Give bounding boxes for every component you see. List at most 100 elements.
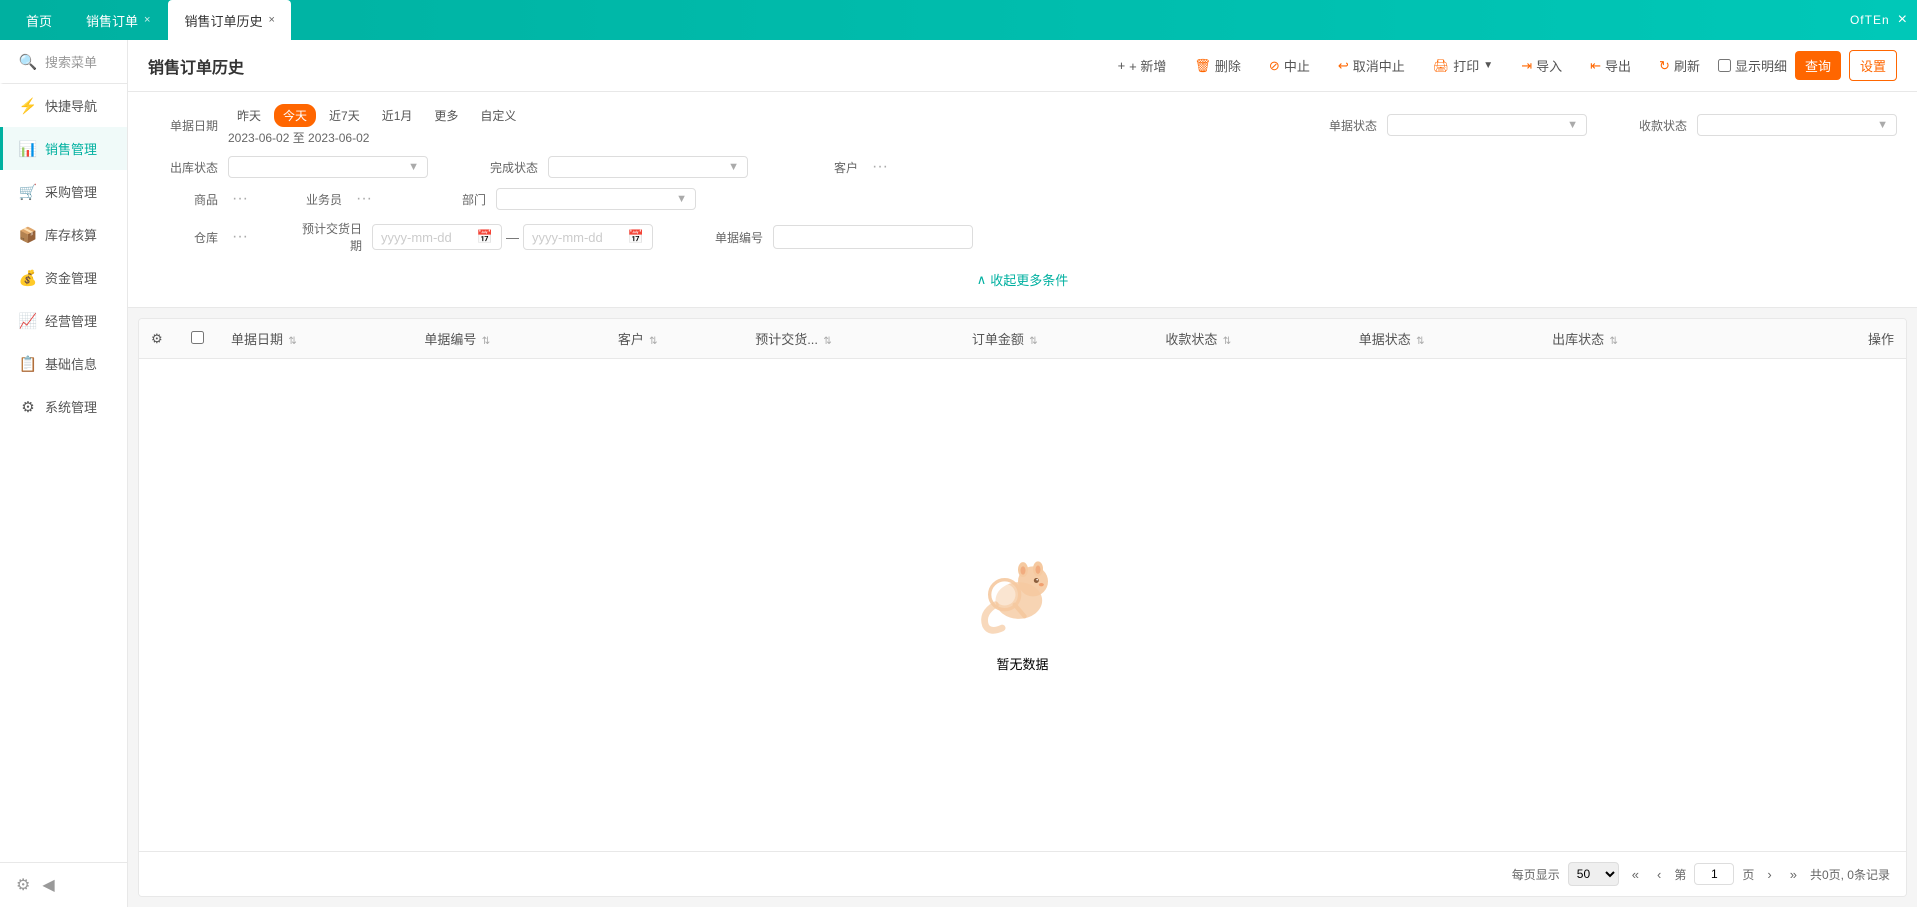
last-page-button[interactable]: » <box>1785 864 1802 885</box>
tab-sales-order[interactable]: 销售订单 × <box>70 0 166 40</box>
print-button[interactable]: 🖨 打印 ▼ <box>1423 51 1503 80</box>
sort-customer-icon[interactable]: ⇅ <box>649 336 657 347</box>
main-layout: 🔍 搜索菜单 ⚡ 快捷导航 📊 销售管理 🛒 采购管理 📦 库存核算 💰 资金管… <box>0 40 1917 907</box>
th-out-status-label: 出库状态 <box>1552 332 1604 347</box>
import-icon: ⇥ <box>1521 58 1532 74</box>
page-unit-label: 页 <box>1742 866 1754 883</box>
export-icon: ⇤ <box>1590 58 1601 74</box>
sidebar-item-operations-mgmt[interactable]: 📈 经营管理 <box>0 299 127 342</box>
th-date-label: 单据日期 <box>231 332 283 347</box>
sidebar-item-quick-nav[interactable]: ⚡ 快捷导航 <box>0 84 127 127</box>
delete-icon: 🗑 <box>1194 58 1211 74</box>
goods-filter-label: 商品 <box>148 191 228 208</box>
filter-row-goods: 商品 ··· 业务员 ··· 部门 ▼ <box>148 188 1897 210</box>
settings-button[interactable]: 设置 <box>1849 50 1897 81</box>
shortcut-custom[interactable]: 自定义 <box>471 104 525 127</box>
refresh-button[interactable]: ↻ 刷新 <box>1649 51 1710 80</box>
table-header-row: ⚙ 单据日期 ⇅ 单据编号 ⇅ <box>139 319 1906 359</box>
total-label: 共0页, 0条记录 <box>1810 866 1890 883</box>
sidebar-search[interactable]: 🔍 搜索菜单 <box>0 40 127 84</box>
sidebar-item-capital-mgmt[interactable]: 💰 资金管理 <box>0 256 127 299</box>
delete-label: 删除 <box>1215 56 1241 75</box>
cancel-stop-button[interactable]: ↩ 取消中止 <box>1328 51 1415 80</box>
next-page-button[interactable]: › <box>1762 864 1776 885</box>
finish-status-filter-label: 完成状态 <box>468 159 548 176</box>
tab-sales-order-history[interactable]: 销售订单历史 × <box>168 0 290 40</box>
delete-button[interactable]: 🗑 删除 <box>1184 51 1251 80</box>
sort-order-status-icon[interactable]: ⇅ <box>1416 336 1424 347</box>
search-icon: 🔍 <box>19 53 37 71</box>
department-select[interactable]: ▼ <box>496 188 696 210</box>
shortcut-last7[interactable]: 近7天 <box>320 104 369 127</box>
th-settings: ⚙ <box>139 319 179 359</box>
pay-status-filter-label: 收款状态 <box>1627 117 1697 134</box>
column-settings-icon[interactable]: ⚙ <box>151 331 163 346</box>
sidebar-item-basic-info[interactable]: 📋 基础信息 <box>0 342 127 385</box>
sidebar-settings-icon[interactable]: ⚙ <box>16 875 30 895</box>
operations-mgmt-icon: 📈 <box>19 312 37 330</box>
collapse-more-btn[interactable]: ∧ 收起更多条件 <box>148 264 1897 295</box>
salesman-select-btn[interactable]: ··· <box>352 190 376 208</box>
tab-home-label: 首页 <box>26 11 52 30</box>
date-separator: — <box>502 230 523 245</box>
export-button[interactable]: ⇤ 导出 <box>1580 51 1641 80</box>
tab-sales-order-history-close[interactable]: × <box>268 14 274 26</box>
delivery-date-start[interactable]: yyyy-mm-dd 📅 <box>372 224 502 250</box>
tab-sales-order-close[interactable]: × <box>144 14 150 26</box>
sort-delivery-icon[interactable]: ⇅ <box>823 336 831 347</box>
sidebar-item-purchase-mgmt-label: 采购管理 <box>45 182 97 201</box>
page-number-input[interactable] <box>1694 863 1734 885</box>
sidebar-item-purchase-mgmt[interactable]: 🛒 采购管理 <box>0 170 127 213</box>
goods-select-btn[interactable]: ··· <box>228 190 252 208</box>
pay-status-select[interactable]: ▼ <box>1697 114 1897 136</box>
out-stock-select[interactable]: ▼ <box>228 156 428 178</box>
sidebar-item-sales-mgmt[interactable]: 📊 销售管理 <box>0 127 127 170</box>
tab-home[interactable]: 首页 <box>10 0 68 40</box>
department-chevron: ▼ <box>676 193 687 205</box>
select-all-checkbox[interactable] <box>191 331 204 344</box>
search-button[interactable]: 查询 <box>1795 51 1841 80</box>
tab-sales-order-label: 销售订单 <box>86 11 138 30</box>
finish-status-select[interactable]: ▼ <box>548 156 748 178</box>
shortcut-more[interactable]: 更多 <box>425 104 467 127</box>
print-icon: 🖨 <box>1433 58 1450 74</box>
sort-date-icon[interactable]: ⇅ <box>288 336 296 347</box>
filter-row-warehouse: 仓库 ··· 预计交货日期 yyyy-mm-dd 📅 — yyyy-mm-dd … <box>148 220 1897 254</box>
sort-pay-status-icon[interactable]: ⇅ <box>1223 336 1231 347</box>
customer-filter-label: 客户 <box>788 159 868 176</box>
prev-page-button[interactable]: ‹ <box>1652 864 1666 885</box>
new-button[interactable]: + + 新增 <box>1108 51 1177 80</box>
shortcut-yesterday[interactable]: 昨天 <box>228 104 270 127</box>
stop-button[interactable]: ⊘ 中止 <box>1259 51 1320 80</box>
page-size-select[interactable]: 10 20 50 100 <box>1568 862 1619 886</box>
top-close-icon[interactable]: × <box>1898 11 1907 29</box>
sort-amount-icon[interactable]: ⇅ <box>1029 336 1037 347</box>
sort-out-status-icon[interactable]: ⇅ <box>1610 336 1618 347</box>
tab-sales-order-history-label: 销售订单历史 <box>184 11 262 30</box>
th-pay-status-label: 收款状态 <box>1165 332 1217 347</box>
import-button[interactable]: ⇥ 导入 <box>1511 51 1572 80</box>
settings-button-label: 设置 <box>1860 56 1886 75</box>
calendar-start-icon: 📅 <box>477 229 493 245</box>
sidebar-item-system-mgmt[interactable]: ⚙ 系统管理 <box>0 385 127 428</box>
delivery-date-end[interactable]: yyyy-mm-dd 📅 <box>523 224 653 250</box>
top-bar-right: OfTEn × <box>1850 11 1907 29</box>
sidebar-item-capital-mgmt-label: 资金管理 <box>45 268 97 287</box>
th-operation-label: 操作 <box>1868 332 1894 347</box>
shortcut-today[interactable]: 今天 <box>274 104 316 127</box>
first-page-button[interactable]: « <box>1627 864 1644 885</box>
th-amount: 订单金额 ⇅ <box>960 319 1153 359</box>
sidebar-item-inventory-calc[interactable]: 📦 库存核算 <box>0 213 127 256</box>
sort-number-icon[interactable]: ⇅ <box>482 336 490 347</box>
sidebar-item-inventory-calc-label: 库存核算 <box>45 225 97 244</box>
order-status-select[interactable]: ▼ <box>1387 114 1587 136</box>
warehouse-select-btn[interactable]: ··· <box>228 228 252 246</box>
sidebar-collapse-icon[interactable]: ◀ <box>42 875 54 895</box>
order-status-filter-label: 单据状态 <box>1317 117 1387 134</box>
th-customer-label: 客户 <box>618 332 644 347</box>
salesman-filter-label: 业务员 <box>292 191 352 208</box>
customer-select-btn[interactable]: ··· <box>868 158 892 176</box>
display-detail-checkbox[interactable] <box>1718 59 1731 72</box>
shortcut-last1m[interactable]: 近1月 <box>373 104 422 127</box>
order-number-input[interactable] <box>773 225 973 249</box>
